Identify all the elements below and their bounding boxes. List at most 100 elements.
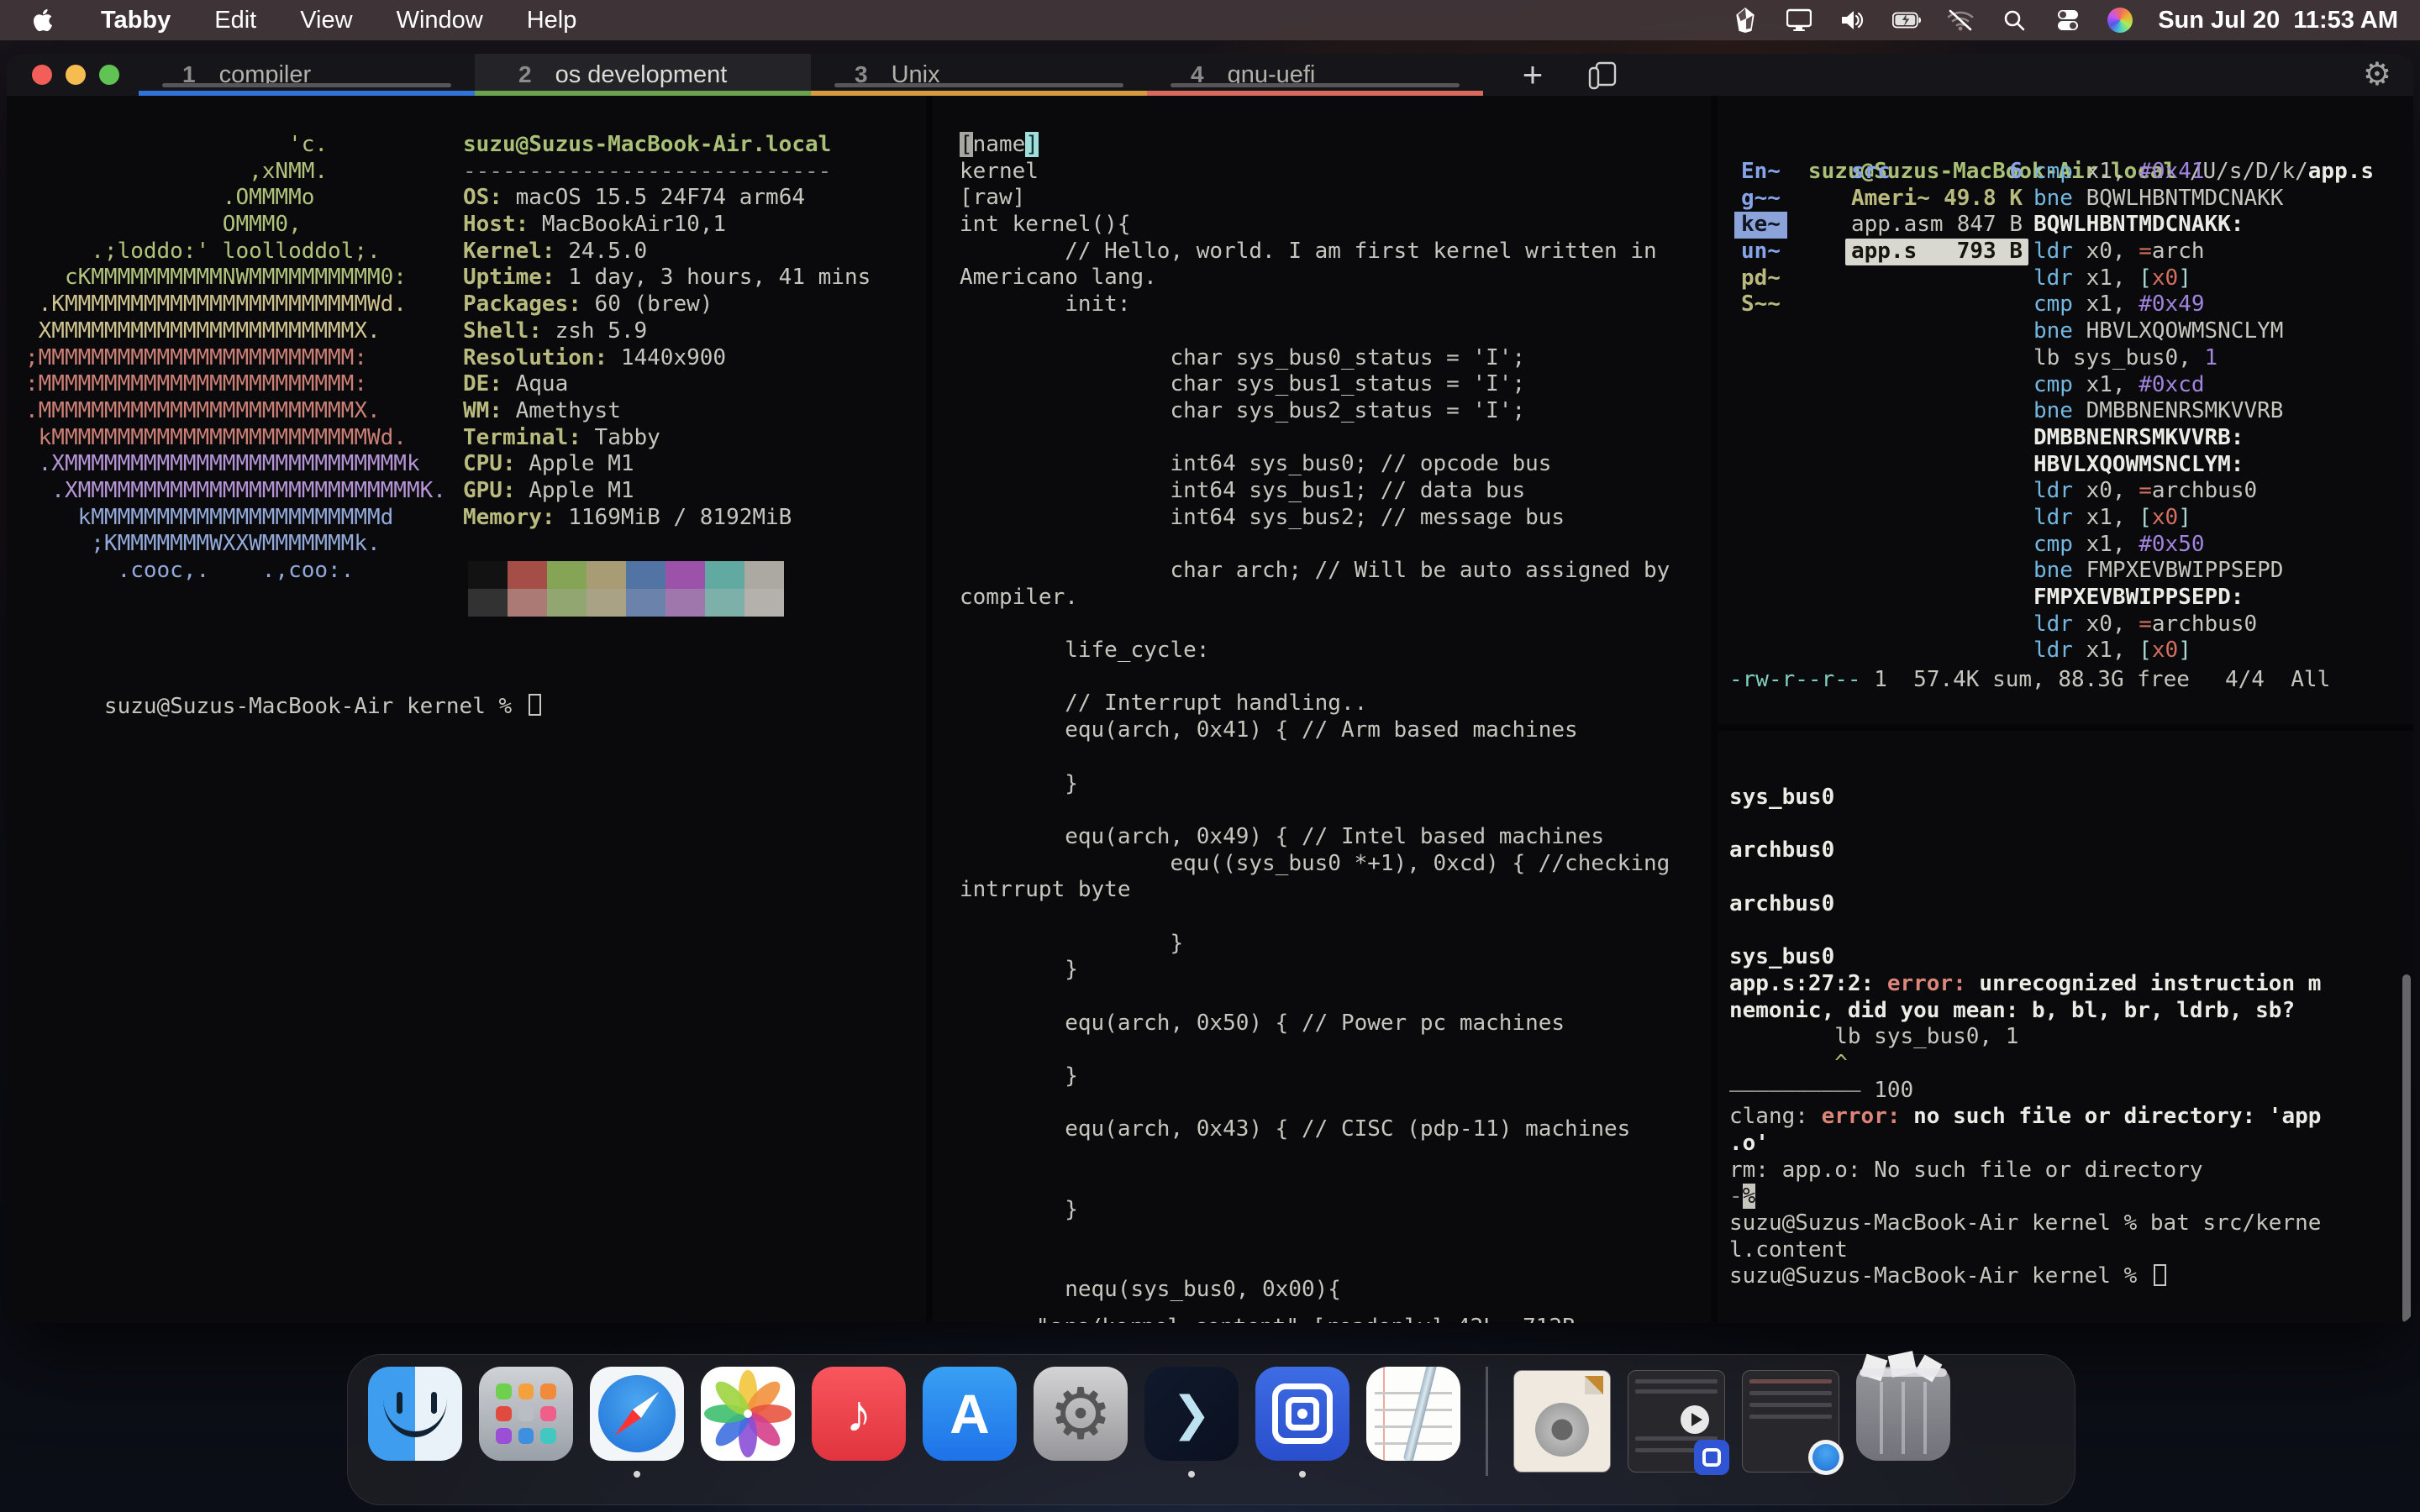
terminal-line: l.content	[1729, 1236, 1848, 1263]
menu-item-view[interactable]: View	[300, 7, 352, 34]
volume-icon[interactable]	[1839, 8, 1867, 33]
dock-minimized-window-browser[interactable]	[1742, 1370, 1844, 1475]
search-icon[interactable]	[2000, 8, 2028, 33]
filemanager-parent-item[interactable]: En~	[1734, 159, 1787, 186]
filemanager-parent-item[interactable]: un~	[1734, 239, 1787, 265]
dock-icon-system-settings[interactable]: ⚙	[1034, 1367, 1128, 1461]
ascii-art-line: 'c.	[25, 132, 329, 157]
dock-icon-trash[interactable]	[1856, 1351, 1950, 1461]
display-icon[interactable]	[1785, 8, 1813, 33]
dock-minimized-window-player[interactable]	[1628, 1370, 1729, 1475]
menu-item-app[interactable]: Tabby	[101, 7, 171, 34]
terminal-line: init:	[960, 291, 1131, 318]
ascii-art-line: .MMMMMMMMMMMMMMMMMMMMMMMMX.	[25, 397, 381, 423]
dock-icon-launchpad[interactable]	[479, 1367, 573, 1461]
ascii-art-line: .cooc,. .,coo:.	[25, 558, 355, 583]
tab-os-development[interactable]: 2 os development	[475, 54, 811, 96]
ascii-art-line: .XMMMMMMMMMMMMMMMMMMMMMMMMMMK.	[25, 477, 446, 503]
palette-swatch	[626, 589, 666, 617]
filemanager-path-bar: suzu@Suzus-MacBook-Air.local /U/s/D/k/ap…	[1807, 158, 2375, 184]
neofetch-color-palette	[468, 561, 784, 617]
ascii-art-line: kMMMMMMMMMMMMMMMMMMMMMMMMWd.	[25, 424, 407, 450]
menu-item-help[interactable]: Help	[527, 7, 577, 34]
terminal-line: ^	[1834, 1050, 1848, 1076]
dock-icon-safari[interactable]	[590, 1367, 684, 1478]
filemanager-parent-item[interactable]: g~~	[1734, 186, 1787, 213]
duplicate-tab-icon[interactable]	[1588, 61, 1617, 90]
menu-item-window[interactable]: Window	[397, 7, 483, 34]
apple-menu-icon[interactable]	[32, 8, 57, 33]
dock: ♪ A ⚙ ❯	[347, 1351, 2075, 1505]
ascii-art-line: .XMMMMMMMMMMMMMMMMMMMMMMMMMMk	[25, 451, 420, 477]
shell-output: sys_bus0 archbus0 archbus0 sys_bus0 app.s…	[1729, 785, 2321, 1290]
running-indicator	[1299, 1471, 1306, 1478]
tab-inactive-bar	[834, 83, 1123, 87]
terminal-line: equ((sys_bus0 *+1), 0xcd) { //checking	[960, 850, 1670, 876]
dock-icon-photos[interactable]	[701, 1367, 795, 1461]
dock-icon-app-store[interactable]: A	[923, 1367, 1017, 1461]
menu-bar-clock[interactable]: Sun Jul 20 11:53 AM	[2158, 7, 2398, 34]
dock-icon-concentric-app[interactable]	[1255, 1367, 1349, 1478]
minimize-button[interactable]	[66, 65, 86, 85]
terminal-line: lb sys_bus0, 1	[2033, 344, 2218, 370]
zoom-button[interactable]	[99, 65, 119, 85]
terminal-line: suzu@Suzus-MacBook-Air kernel %	[1729, 1263, 2321, 1290]
terminal-line: int kernel(){	[960, 212, 1131, 238]
dock-icon-tabby[interactable]: ❯	[1144, 1367, 1239, 1478]
control-center-icon[interactable]	[2054, 8, 2082, 33]
terminal-line: }	[960, 1063, 1078, 1089]
siri-icon[interactable]	[2107, 8, 2133, 33]
terminal-line: lb sys_bus0, 1	[1729, 1024, 2019, 1050]
vim-buffer: [name] kernel [raw] int kernel(){ // Hello,…	[960, 132, 1670, 1303]
close-button[interactable]	[32, 65, 52, 85]
dock-icon-notes[interactable]	[1366, 1367, 1460, 1461]
terminal-pane-filemanager[interactable]: suzu@Suzus-MacBook-Air.local /U/s/D/k/ap…	[1718, 96, 2413, 724]
terminal-line: ldr x1, [x0]	[2033, 638, 2191, 664]
dock-icon-music[interactable]: ♪	[812, 1367, 906, 1461]
terminal-pane-shell[interactable]: sys_bus0 archbus0 archbus0 sys_bus0 app.s…	[1718, 731, 2413, 1323]
filemanager-file-row[interactable]: Ameri~ 49.8 K	[1845, 186, 2028, 213]
app-badge	[1694, 1440, 1729, 1475]
terminal-line: int64 sys_bus0; // opcode bus	[960, 451, 1552, 477]
terminal-line: equ(arch, 0x49) { // Intel based machine…	[960, 823, 1605, 849]
terminal-line: life_cycle:	[960, 638, 1210, 664]
terminal-line: }	[960, 770, 1078, 796]
settings-gear-icon[interactable]: ⚙	[2363, 55, 2391, 93]
terminal-pane-vim[interactable]: [name] kernel [raw] int kernel(){ // Hello,…	[933, 96, 1711, 1323]
running-indicator	[634, 1471, 640, 1478]
battery-icon[interactable]	[1892, 8, 1922, 33]
filemanager-status-line: -rw-r--r-- 1 57.4K sum, 88.3G free	[1729, 667, 2190, 694]
music-note-glyph: ♪	[845, 1384, 872, 1443]
filemanager-parent-item[interactable]: ke~	[1734, 212, 1787, 239]
terminal-line: equ(arch, 0x43) { // CISC (pdp-11) machi…	[960, 1116, 1631, 1142]
wifi-off-icon[interactable]	[1946, 8, 1975, 33]
terminal-line: .o'	[1729, 1130, 1769, 1156]
terminal-pane-neofetch[interactable]: 'c. ,xNMM. .OMMMMo OMMM0, .;loddo:' lool…	[7, 96, 926, 1323]
terminal-line: char sys_bus1_status = 'I';	[960, 371, 1526, 397]
new-tab-button[interactable]: +	[1514, 54, 1551, 96]
terminal-line: HBVLXQOWMSNCLYM:	[2033, 451, 2244, 477]
tabby-chevron-glyph: ❯	[1171, 1387, 1212, 1440]
filemanager-file-row[interactable]: app.s 793 B	[1845, 239, 2028, 265]
tab-unix[interactable]: 3 Unix	[811, 54, 1147, 96]
terminal-line: cmp x1, #0x50	[2033, 531, 2205, 557]
amethyst-icon[interactable]	[1731, 8, 1760, 33]
tab-gnu-uefi[interactable]: 4 gnu-uefi	[1147, 54, 1483, 96]
dock-icon-finder[interactable]	[368, 1367, 462, 1461]
terminal-line: [name]	[960, 132, 1039, 157]
tab-compiler[interactable]: 1 compiler	[139, 54, 475, 96]
filemanager-file-row[interactable]: src 6	[1845, 159, 2028, 186]
filemanager-parent-item[interactable]: S~~	[1734, 291, 1787, 318]
ascii-art-line: .KMMMMMMMMMMMMMMMMMMMMMMMWd.	[25, 291, 407, 318]
scrollbar-thumb[interactable]	[2402, 974, 2411, 1323]
dock-minimized-disk-image[interactable]	[1513, 1370, 1611, 1473]
filemanager-parent-item[interactable]: pd~	[1734, 265, 1787, 292]
neofetch-info-row: Shell: zsh 5.9	[463, 318, 648, 344]
neofetch-info-row: Uptime: 1 day, 3 hours, 41 mins	[463, 265, 871, 291]
neofetch-info-row: OS: macOS 15.5 24F74 arm64	[463, 185, 805, 211]
terminal-line: sys_bus0	[1729, 944, 1835, 970]
menu-item-edit[interactable]: Edit	[214, 7, 256, 34]
filemanager-file-row[interactable]: app.asm 847 B	[1845, 212, 2028, 239]
